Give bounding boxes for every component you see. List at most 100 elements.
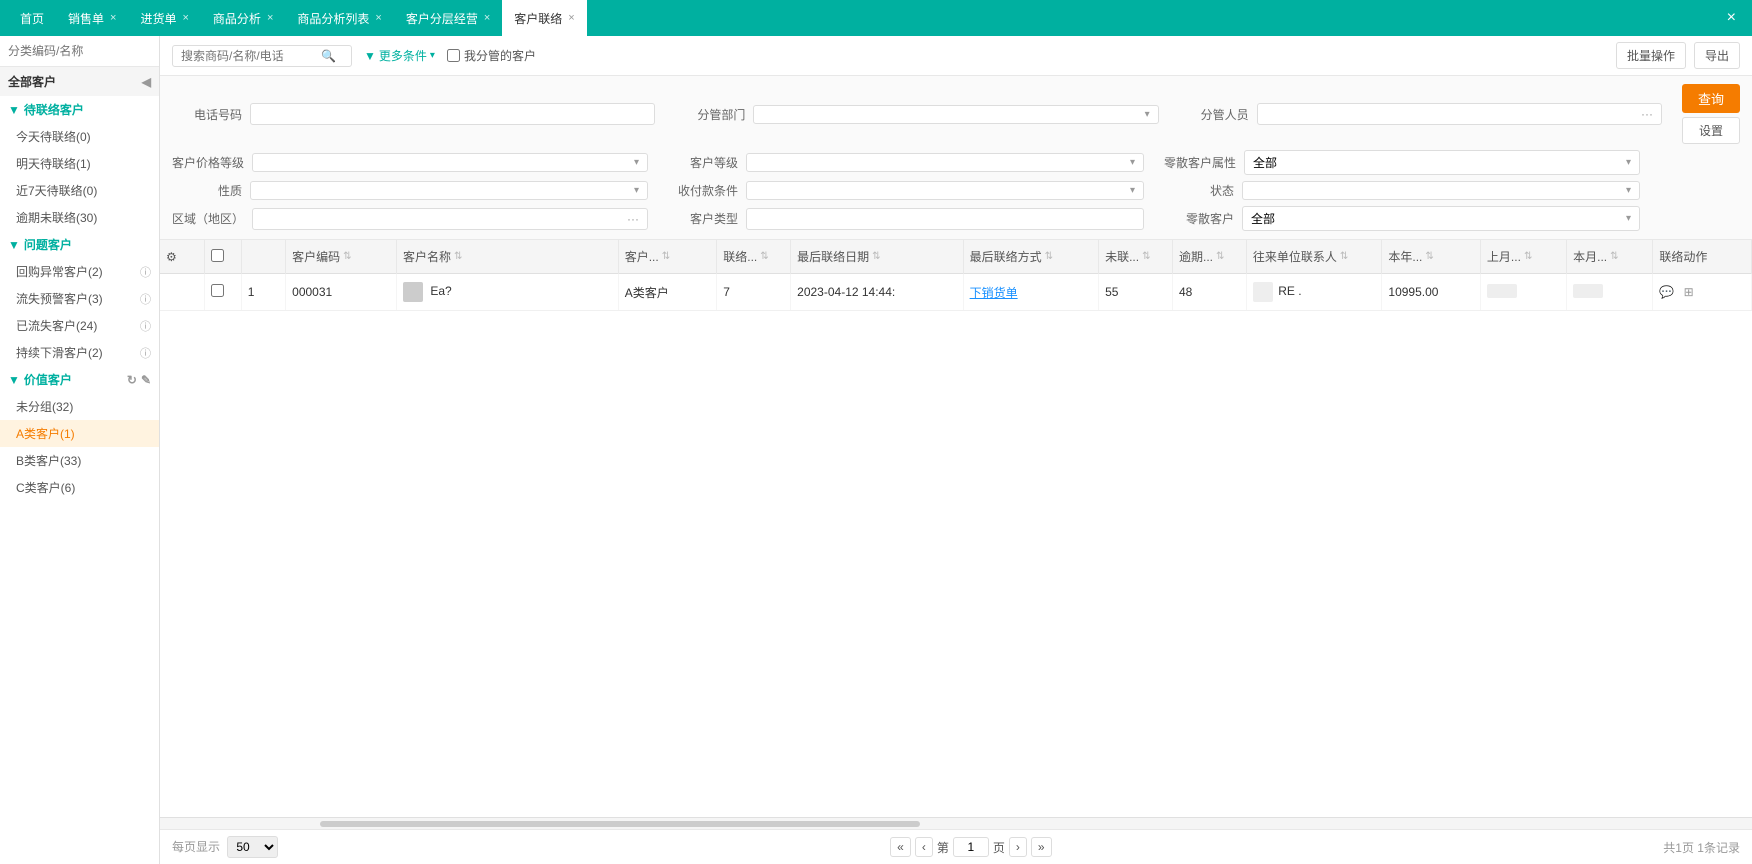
nav-product-analysis-list[interactable]: 商品分析列表 × — [285, 0, 393, 36]
retail-attr-select[interactable]: 全部 ▾ — [1244, 150, 1640, 175]
sort-icon-grade[interactable]: ⇅ — [662, 251, 670, 262]
close-all-button[interactable]: × — [1719, 9, 1744, 27]
row-checkbox-cell — [204, 274, 241, 311]
phone-input-box — [250, 103, 655, 125]
customer-grade-select[interactable]: ▾ — [746, 153, 1144, 172]
retail-customer-select[interactable]: 全部 ▾ — [1242, 206, 1640, 231]
sort-icon-no-contact[interactable]: ⇅ — [1142, 251, 1150, 262]
phone-input[interactable] — [259, 107, 646, 121]
pending-arrow-icon: ▼ — [8, 103, 20, 117]
sidebar-item-overdue-contact[interactable]: 逾期未联络(30) — [0, 204, 159, 231]
sidebar-item-today-contact[interactable]: 今天待联络(0) — [0, 123, 159, 150]
sort-icon-contact[interactable]: ⇅ — [760, 251, 768, 262]
sidebar-group-problem[interactable]: ▼ 问题客户 — [0, 231, 159, 258]
filter-cell-price-grade: 客户价格等级 ▾ — [172, 153, 648, 172]
per-page-select[interactable]: 50 100 200 — [227, 836, 278, 858]
grid-action-icon[interactable]: ⊞ — [1684, 285, 1694, 299]
customer-type-input[interactable] — [755, 212, 1135, 226]
nav-purchase-close[interactable]: × — [182, 12, 188, 24]
batch-operation-button[interactable]: 批量操作 — [1616, 42, 1686, 69]
last-contact-method-link[interactable]: 下销货单 — [970, 286, 1018, 300]
sort-icon-this-year[interactable]: ⇅ — [1425, 251, 1433, 262]
sidebar-item-churn-warning[interactable]: 流失预警客户(3) ⓘ — [0, 285, 159, 312]
sidebar-item-unclassified[interactable]: 未分组(32) — [0, 393, 159, 420]
select-all-checkbox[interactable] — [211, 249, 224, 262]
nav-customer-segment[interactable]: 客户分层经营 × — [394, 0, 502, 36]
query-button[interactable]: 查询 — [1682, 84, 1740, 113]
sidebar-all-customers[interactable]: 全部客户 ◀ — [0, 67, 159, 96]
sidebar-item-7day-contact[interactable]: 近7天待联络(0) — [0, 177, 159, 204]
manager-input[interactable] — [1266, 107, 1641, 121]
filter-cell-payment: 收付款条件 ▾ — [668, 181, 1144, 200]
sort-icon-date[interactable]: ⇅ — [872, 251, 880, 262]
payment-chevron-icon: ▾ — [1130, 185, 1135, 196]
nav-customer-contact[interactable]: 客户联络 × — [502, 0, 586, 36]
sidebar-item-declining[interactable]: 持续下滑客户(2) ⓘ — [0, 339, 159, 366]
region-input[interactable] — [261, 212, 627, 226]
nav-sales[interactable]: 销售单 × — [56, 0, 128, 36]
customer-type-label: 客户类型 — [668, 210, 738, 227]
col-index — [241, 240, 285, 274]
status-select[interactable]: ▾ — [1242, 181, 1640, 200]
region-dots-icon[interactable]: ··· — [627, 212, 639, 226]
nav-segment-close[interactable]: × — [484, 12, 490, 24]
filter-cell-phone: 电话号码 — [172, 103, 655, 125]
chat-action-icon[interactable]: 💬 — [1659, 285, 1674, 299]
sidebar-item-class-a[interactable]: A类客户(1) — [0, 420, 159, 447]
first-page-button[interactable]: « — [890, 837, 911, 857]
row-last-month-cell — [1480, 274, 1566, 311]
page-number-input[interactable] — [953, 837, 989, 857]
price-grade-select[interactable]: ▾ — [252, 153, 648, 172]
sidebar-item-class-b[interactable]: B类客户(33) — [0, 447, 159, 474]
main-search-icon[interactable]: 🔍 — [321, 49, 336, 63]
main-search-input[interactable] — [181, 49, 321, 63]
col-last-contact-method: 最后联络方式 ⇅ — [963, 240, 1098, 274]
sort-icon-this-month[interactable]: ⇅ — [1610, 251, 1618, 262]
nav-home[interactable]: 首页 — [8, 0, 56, 36]
col-code: 客户编码 ⇅ — [286, 240, 397, 274]
nav-product-list-close[interactable]: × — [375, 12, 381, 24]
sidebar-collapse-icon[interactable]: ◀ — [142, 75, 151, 89]
nature-label: 性质 — [172, 182, 242, 199]
payment-select[interactable]: ▾ — [746, 181, 1144, 200]
nature-select[interactable]: ▾ — [250, 181, 648, 200]
advanced-filter: 电话号码 分管部门 ▾ 分管人员 ··· — [160, 76, 1752, 240]
nav-sales-close[interactable]: × — [110, 12, 116, 24]
last-page-button[interactable]: » — [1031, 837, 1052, 857]
manager-dots-icon[interactable]: ··· — [1641, 107, 1653, 121]
row-settings-cell — [160, 274, 204, 311]
settings-icon[interactable]: ⚙ — [166, 250, 177, 264]
more-filters-button[interactable]: ▼ 更多条件 ▾ — [364, 47, 435, 64]
sidebar-search-input[interactable] — [8, 44, 160, 58]
sort-icon-name[interactable]: ⇅ — [454, 251, 462, 262]
next-page-button[interactable]: › — [1009, 837, 1027, 857]
nature-chevron-icon: ▾ — [634, 185, 639, 196]
sort-icon-last-month[interactable]: ⇅ — [1524, 251, 1532, 262]
sidebar-group-pending[interactable]: ▼ 待联络客户 — [0, 96, 159, 123]
customer-grade-label: 客户等级 — [668, 154, 738, 171]
sort-icon-code[interactable]: ⇅ — [343, 251, 351, 262]
sort-icon-history[interactable]: ⇅ — [1340, 251, 1348, 262]
settings-button[interactable]: 设置 — [1682, 117, 1740, 144]
sidebar-item-tomorrow-contact[interactable]: 明天待联络(1) — [0, 150, 159, 177]
nav-purchase[interactable]: 进货单 × — [128, 0, 200, 36]
sidebar-item-class-c[interactable]: C类客户(6) — [0, 474, 159, 501]
sidebar-item-churned[interactable]: 已流失客户(24) ⓘ — [0, 312, 159, 339]
sidebar-item-repurchase-abnormal[interactable]: 回购异常客户(2) ⓘ — [0, 258, 159, 285]
col-settings[interactable]: ⚙ — [160, 240, 204, 274]
sidebar-group-value[interactable]: ▼ 价值客户 ↻ ✎ — [0, 366, 159, 393]
nav-product-analysis[interactable]: 商品分析 × — [201, 0, 285, 36]
retail-customer-label: 零散客户 — [1164, 210, 1234, 227]
edit-icon[interactable]: ✎ — [141, 373, 151, 387]
refresh-icon[interactable]: ↻ — [127, 373, 137, 387]
nav-product-analysis-close[interactable]: × — [267, 12, 273, 24]
prev-page-button[interactable]: ‹ — [915, 837, 933, 857]
export-button[interactable]: 导出 — [1694, 42, 1740, 69]
dept-select[interactable]: ▾ — [753, 105, 1158, 124]
sort-icon-overdue[interactable]: ⇅ — [1216, 251, 1224, 262]
sort-icon-method[interactable]: ⇅ — [1045, 251, 1053, 262]
horizontal-scrollbar[interactable] — [160, 817, 1752, 829]
nav-contact-close[interactable]: × — [568, 12, 574, 24]
my-customers-checkbox[interactable] — [447, 49, 460, 62]
row-checkbox[interactable] — [211, 284, 224, 297]
